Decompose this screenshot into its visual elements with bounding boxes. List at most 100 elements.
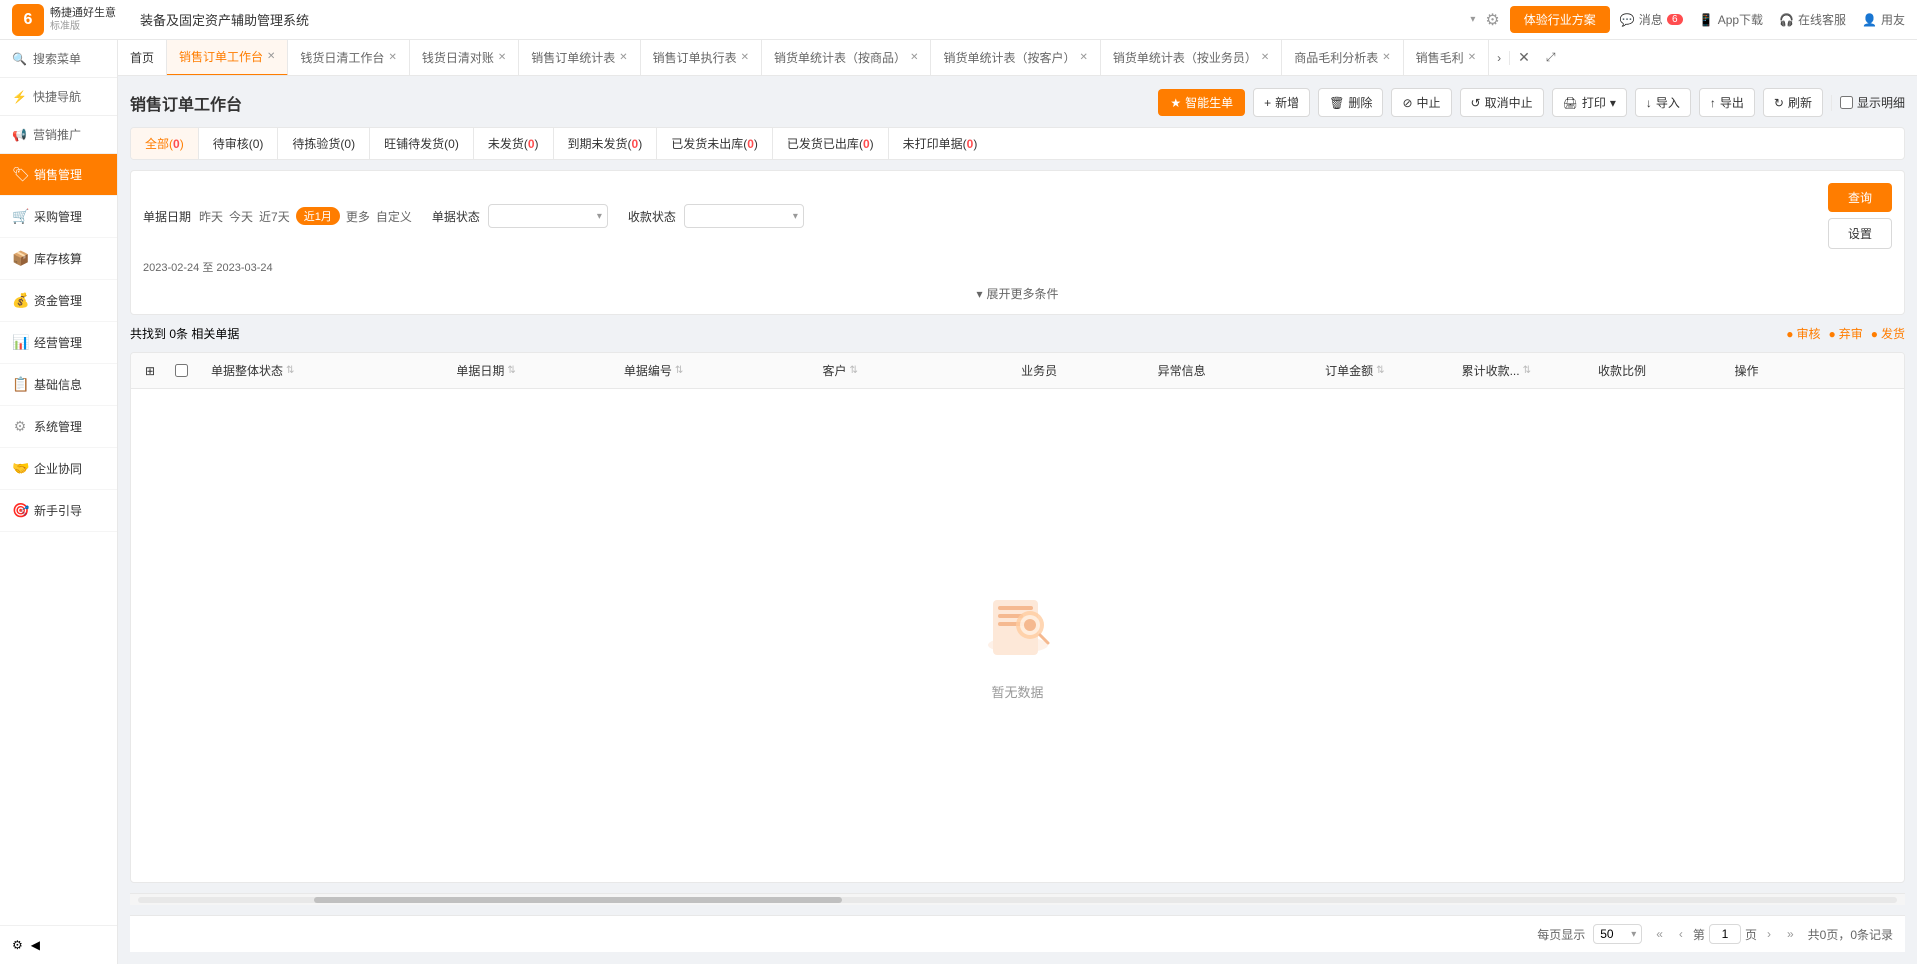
page-last-btn[interactable]: » (1781, 925, 1800, 943)
refresh-icon: ↻ (1774, 96, 1784, 110)
sidebar-search[interactable]: 🔍 搜索菜单 (0, 40, 117, 78)
print-btn[interactable]: 🖨 打印 ▾ (1552, 88, 1627, 117)
tab-cash-daily-close[interactable]: ✕ (388, 52, 396, 63)
per-page-select[interactable]: 50 100 (1593, 924, 1642, 944)
th-collect-sort[interactable]: ⇅ (1523, 365, 1531, 376)
sidebar-item-inventory[interactable]: 📦 库存核算 (0, 238, 117, 280)
filter-tab-pending-check[interactable]: 待拣验货(0) (278, 128, 370, 159)
tab-sales-workbench-close[interactable]: ✕ (267, 51, 275, 62)
date-custom[interactable]: 自定义 (376, 208, 412, 225)
sidebar-item-sales[interactable]: 🏷 销售管理 (0, 154, 117, 196)
export-btn[interactable]: ↑ 导出 (1699, 88, 1755, 117)
message-btn[interactable]: 💬 消息 6 (1620, 11, 1683, 28)
date-more[interactable]: 更多 (346, 208, 370, 225)
show-detail-checkbox[interactable]: 显示明细 (1840, 94, 1905, 111)
experience-button[interactable]: 体验行业方案 (1510, 6, 1610, 33)
online-service-btn[interactable]: 🎧 在线客服 (1779, 11, 1846, 28)
filter-tab-shipped-out[interactable]: 已发货已出库(0) (773, 128, 889, 159)
sidebar-item-purchase[interactable]: 🛒 采购管理 (0, 196, 117, 238)
tab-sales-exec[interactable]: 销售订单执行表 ✕ (641, 40, 762, 76)
tab-sales-staff[interactable]: 销货单统计表（按业务员） ✕ (1101, 40, 1282, 76)
tab-sales-staff-close[interactable]: ✕ (1261, 52, 1269, 63)
tab-margin[interactable]: 商品毛利分析表 ✕ (1282, 40, 1403, 76)
filter-tab-all[interactable]: 全部(0) (131, 128, 199, 159)
set-btn[interactable]: 设置 (1828, 218, 1892, 249)
tab-sales-stat-close[interactable]: ✕ (619, 52, 627, 63)
sidebar-item-basic[interactable]: 📋 基础信息 (0, 364, 117, 406)
smart-btn[interactable]: ★ 智能生单 (1158, 89, 1245, 116)
tab-sales-customer-close[interactable]: ✕ (1079, 52, 1087, 63)
tab-revenue-close[interactable]: ✕ (1468, 52, 1476, 63)
audit-btn[interactable]: ● 审核 (1786, 325, 1820, 342)
tab-margin-close[interactable]: ✕ (1382, 52, 1390, 63)
filter-tab-pending[interactable]: 待审核(0) (199, 128, 279, 159)
refresh-btn[interactable]: ↻ 刷新 (1763, 88, 1823, 117)
sidebar-item-guide[interactable]: 🎯 新手引导 (0, 490, 117, 532)
date-today[interactable]: 今天 (229, 208, 253, 225)
page-prev-btn[interactable]: ‹ (1673, 925, 1689, 943)
tab-home[interactable]: 首页 (118, 40, 167, 76)
tab-cash-account[interactable]: 钱货日清对账 ✕ (410, 40, 519, 76)
date-7days[interactable]: 近7天 (259, 208, 290, 225)
scroll-track (138, 897, 1897, 903)
th-date-sort[interactable]: ⇅ (507, 365, 515, 376)
tab-sales-customer[interactable]: 销货单统计表（按客户） ✕ (931, 40, 1100, 76)
filter-tab-not-printed[interactable]: 未打印单据(0) (889, 128, 992, 159)
filter-tab-expired[interactable]: 到期未发货(0) (554, 128, 658, 159)
filter-tab-wang-ship[interactable]: 旺铺待发货(0) (370, 128, 474, 159)
tab-cash-account-close[interactable]: ✕ (498, 52, 506, 63)
status-select[interactable] (488, 204, 608, 228)
tab-maximize-btn[interactable]: ⤢ (1538, 50, 1564, 65)
sidebar-quick-nav[interactable]: ⚡ 快捷导航 (0, 78, 117, 116)
search-bar: 单据日期 昨天 今天 近7天 近1月 更多 自定义 单据状态 (130, 170, 1905, 315)
add-btn[interactable]: + 新增 (1253, 88, 1310, 117)
tab-sales-exec-close[interactable]: ✕ (741, 52, 749, 63)
th-customer-sort[interactable]: ⇅ (850, 365, 858, 376)
tab-overflow-btn[interactable]: › (1489, 51, 1510, 65)
cancel-stop-btn[interactable]: ↺ 取消中止 (1460, 88, 1544, 117)
filter-tab-not-printed-label: 未打印单据 (903, 137, 963, 151)
collect-select[interactable] (684, 204, 804, 228)
tab-sales-stat[interactable]: 销售订单统计表 ✕ (519, 40, 640, 76)
column-settings-icon[interactable]: ⊞ (145, 364, 155, 378)
th-amount-sort[interactable]: ⇅ (1376, 365, 1384, 376)
tab-sales-product-close[interactable]: ✕ (910, 52, 918, 63)
cancel-audit-btn[interactable]: ● 弃审 (1828, 325, 1862, 342)
page-input[interactable] (1709, 924, 1741, 944)
filter-tab-not-shipped[interactable]: 未发货(0) (474, 128, 554, 159)
user-menu-btn[interactable]: 👤 用友 (1862, 11, 1905, 28)
show-detail-input[interactable] (1840, 96, 1853, 109)
scroll-area[interactable] (130, 893, 1905, 905)
sidebar-item-finance[interactable]: 💰 资金管理 (0, 280, 117, 322)
scroll-thumb[interactable] (314, 897, 842, 903)
sidebar-collapse-icon[interactable]: ◀ (31, 938, 40, 952)
page-next-btn[interactable]: › (1761, 925, 1777, 943)
delete-btn[interactable]: 🗑 删除 (1318, 88, 1383, 117)
sidebar-item-enterprise[interactable]: 🤝 企业协同 (0, 448, 117, 490)
select-all-checkbox[interactable] (175, 364, 188, 377)
system-dropdown-icon[interactable]: ▾ (1470, 14, 1475, 25)
sidebar-item-system[interactable]: ⚙ 系统管理 (0, 406, 117, 448)
sidebar-promo[interactable]: 📢 营销推广 (0, 116, 117, 154)
import-btn[interactable]: ↓ 导入 (1635, 88, 1691, 117)
page-first-btn[interactable]: « (1650, 925, 1669, 943)
filter-tab-all-label: 全部 (145, 137, 169, 151)
sidebar-settings-icon[interactable]: ⚙ (12, 938, 23, 952)
date-1month[interactable]: 近1月 (296, 207, 340, 225)
app-download-btn[interactable]: 📱 App下载 (1699, 11, 1763, 28)
date-yesterday[interactable]: 昨天 (199, 208, 223, 225)
sidebar-item-operation[interactable]: 📊 经营管理 (0, 322, 117, 364)
th-status-sort[interactable]: ⇅ (286, 365, 294, 376)
filter-tab-shipped-not-in[interactable]: 已发货未出库(0) (657, 128, 773, 159)
expand-btn[interactable]: ▾ 展开更多条件 (976, 285, 1058, 302)
tab-sales-workbench[interactable]: 销售订单工作台 ✕ (167, 40, 288, 76)
search-btn[interactable]: 查询 (1828, 183, 1892, 212)
ship-btn[interactable]: ● 发货 (1871, 325, 1905, 342)
th-num-sort[interactable]: ⇅ (675, 365, 683, 376)
tab-cash-daily[interactable]: 钱货日清工作台 ✕ (288, 40, 409, 76)
tab-close-all-btn[interactable]: ✕ (1510, 49, 1538, 66)
tab-revenue[interactable]: 销售毛利 ✕ (1404, 40, 1489, 76)
settings-icon[interactable]: ⚙ (1485, 10, 1499, 30)
tab-sales-product[interactable]: 销货单统计表（按商品） ✕ (762, 40, 931, 76)
stop-btn[interactable]: ⊘ 中止 (1391, 88, 1451, 117)
